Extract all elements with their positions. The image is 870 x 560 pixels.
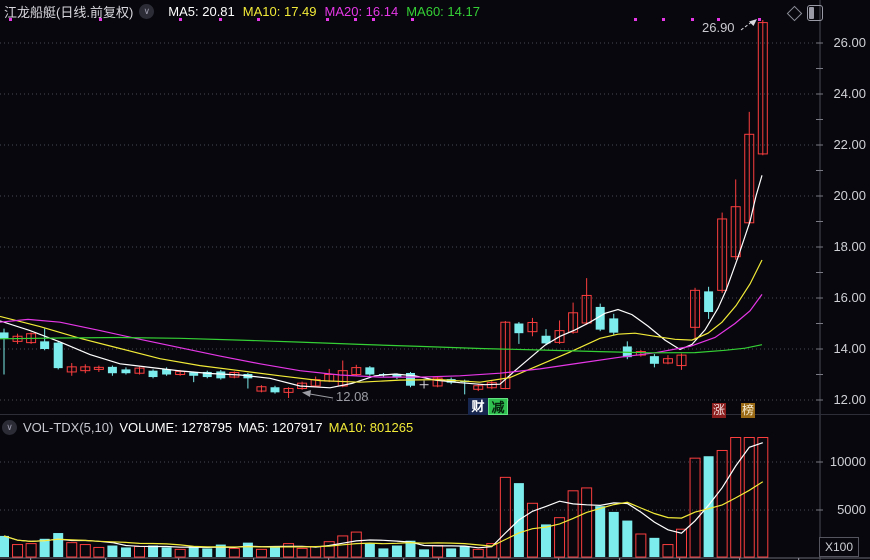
price-axis-label: 26.00 xyxy=(820,35,866,50)
volume-value: VOLUME: 1278795 xyxy=(119,420,232,435)
ma-legend-item: MA5: 20.81 xyxy=(168,4,235,19)
kline-chart-canvas[interactable] xyxy=(0,0,870,560)
price-axis-label: 16.00 xyxy=(820,290,866,305)
volume-axis-label: 5000 xyxy=(820,502,866,517)
chart-header: 江龙船艇(日线.前复权) ∨ MA5: 20.81 MA10: 17.49 MA20… xyxy=(0,0,870,22)
stock-title[interactable]: 江龙船艇(日线.前复权) xyxy=(4,2,133,21)
split-panel-icon[interactable] xyxy=(807,5,823,21)
price-axis-label: 24.00 xyxy=(820,86,866,101)
price-axis-label: 14.00 xyxy=(820,341,866,356)
chevron-down-icon[interactable]: ∨ xyxy=(2,420,17,435)
rise-badge-button[interactable]: 涨 xyxy=(712,403,726,418)
price-axis-label: 18.00 xyxy=(820,239,866,254)
high-price-annotation: 26.90 xyxy=(702,20,735,35)
watermark-char-2: 减 xyxy=(488,398,508,415)
volume-ma10-value: MA10: 801265 xyxy=(329,420,414,435)
volume-unit-label: X100 xyxy=(819,537,859,557)
ma-legend-item: MA10: 17.49 xyxy=(243,4,317,19)
stock-chart-app: 江龙船艇(日线.前复权) ∨ MA5: 20.81 MA10: 17.49 MA20… xyxy=(0,0,870,560)
rank-badge-button[interactable]: 榜 xyxy=(741,403,755,418)
ma-legend-item: MA60: 14.17 xyxy=(406,4,480,19)
volume-indicator-label[interactable]: VOL-TDX(5,10) xyxy=(23,420,113,435)
low-price-annotation: 12.08 xyxy=(336,389,369,404)
chevron-down-icon[interactable]: ∨ xyxy=(139,4,154,19)
volume-ma5-value: MA5: 1207917 xyxy=(238,420,323,435)
price-axis-label: 20.00 xyxy=(820,188,866,203)
volume-header: ∨ VOL-TDX(5,10) VOLUME: 1278795 MA5: 120… xyxy=(0,417,820,437)
ma-legend: MA5: 20.81 MA10: 17.49 MA20: 16.14 MA60: 14… xyxy=(160,4,480,19)
price-axis-label: 22.00 xyxy=(820,137,866,152)
price-axis-label: 12.00 xyxy=(820,392,866,407)
volume-axis-label: 10000 xyxy=(820,454,866,469)
ma-legend-item: MA20: 16.14 xyxy=(325,4,399,19)
watermark-badge: 财 减 xyxy=(468,398,508,415)
watermark-char-1: 财 xyxy=(468,398,488,415)
